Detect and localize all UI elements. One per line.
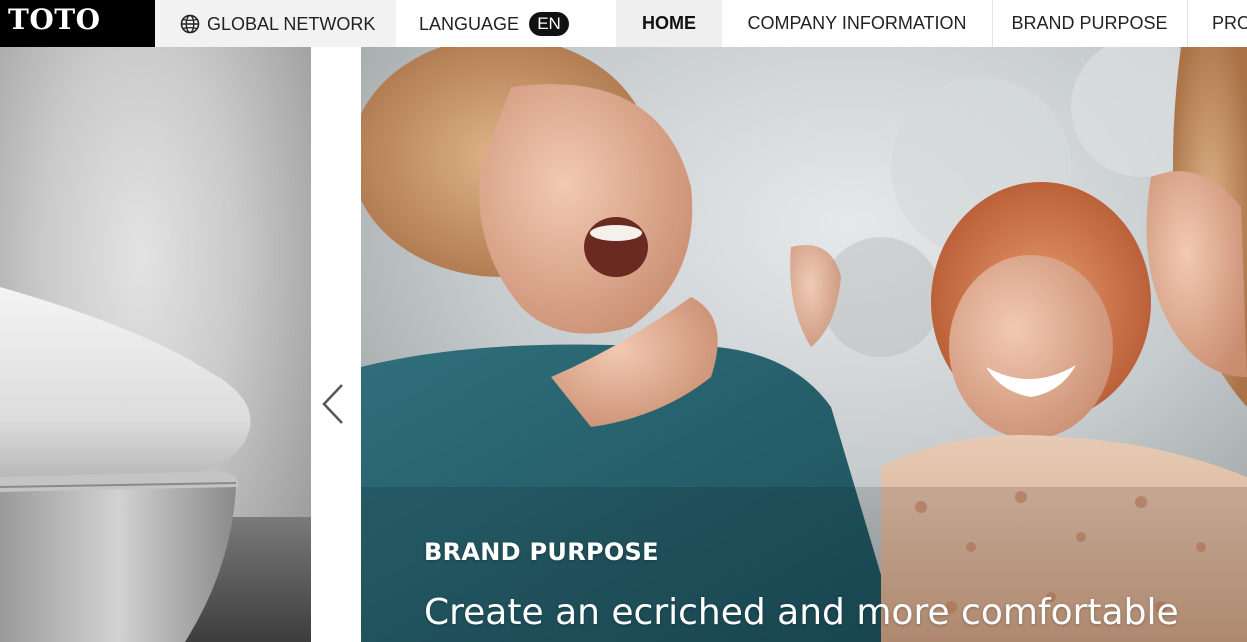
slide-category-label: BRAND PURPOSE [424,538,659,566]
carousel-gap [311,47,361,642]
site-header: TOTO GLOBAL NETWORK LANGUAGE EN HOME COM… [0,0,1247,47]
nav-company-information[interactable]: COMPANY INFORMATION [722,0,992,47]
globe-icon [180,14,200,33]
logo-text: TOTO [8,3,101,36]
nav-home[interactable]: HOME [616,0,722,47]
toto-logo[interactable]: TOTO [0,0,155,47]
slide-headline: Create an ecriched and more comfortable [424,592,1179,633]
nav-products[interactable]: PRO [1187,0,1247,47]
previous-slide-image [0,47,311,642]
toilet-product-image [0,287,311,642]
chevron-left-icon[interactable] [320,381,350,427]
global-network-link[interactable]: GLOBAL NETWORK [155,0,396,47]
language-label: LANGUAGE [419,13,520,34]
language-selector[interactable]: LANGUAGE EN [396,0,591,47]
global-network-label: GLOBAL NETWORK [207,13,376,34]
language-code-badge: EN [529,11,570,36]
nav-brand-purpose[interactable]: BRAND PURPOSE [992,0,1187,47]
